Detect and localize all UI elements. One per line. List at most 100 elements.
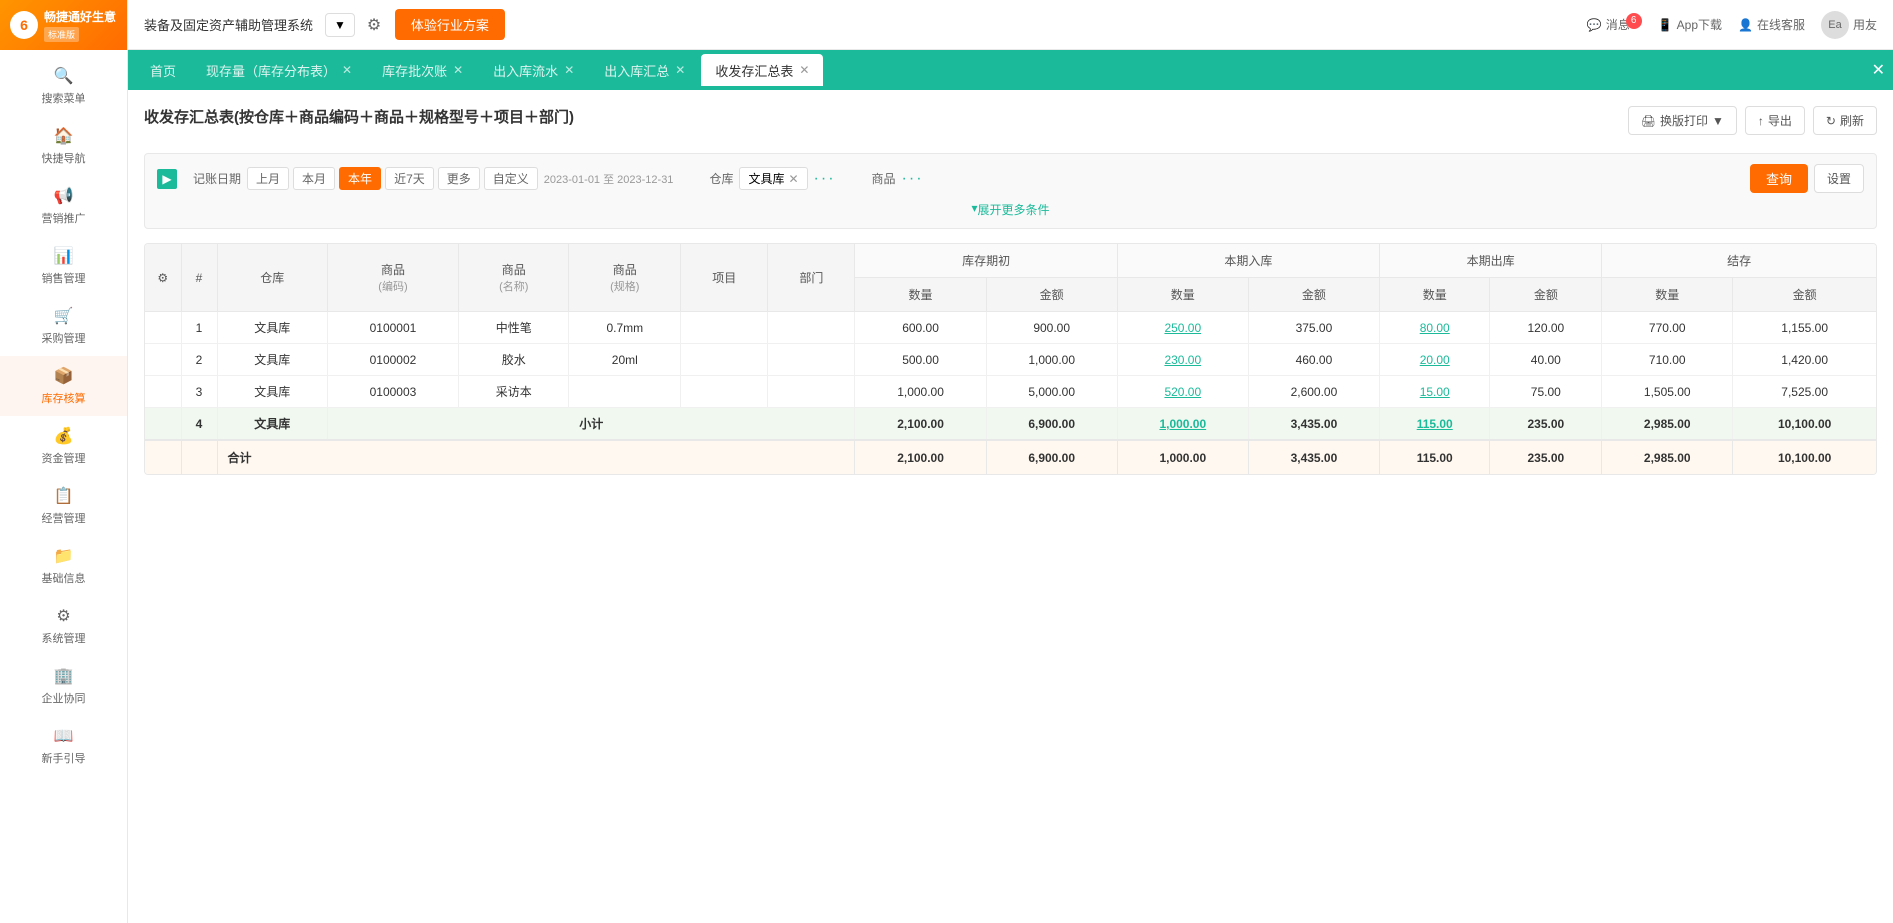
total-row: 合计 2,100.00 6,900.00 1,000.00 3,435.00 1… <box>145 440 1876 474</box>
date-btn-近7天[interactable]: 近7天 <box>385 167 434 190</box>
sidebar-item-enterprise[interactable]: 🏢 企业协同 <box>0 656 127 716</box>
filter-toggle[interactable]: ▶ <box>157 169 177 189</box>
in-qty-link[interactable]: 250.00 <box>1164 321 1201 335</box>
td-sub-out-qty[interactable]: 115.00 <box>1379 408 1489 441</box>
out-qty-link[interactable]: 80.00 <box>1420 321 1450 335</box>
out-qty-link[interactable]: 15.00 <box>1420 385 1450 399</box>
td-out-qty[interactable]: 15.00 <box>1379 376 1489 408</box>
page-title: 收发存汇总表(按仓库＋商品编码＋商品＋规格型号＋项目＋部门) <box>144 106 574 127</box>
td-settings[interactable] <box>145 376 181 408</box>
gear-icon[interactable]: ⚙ <box>367 15 383 35</box>
th-bal-qty: 数量 <box>1602 278 1733 312</box>
sidebar-item-operations[interactable]: 📋 经营管理 <box>0 476 127 536</box>
date-btn-上月[interactable]: 上月 <box>247 167 289 190</box>
marketing-icon: 📢 <box>54 186 74 206</box>
experience-btn[interactable]: 体验行业方案 <box>395 9 505 40</box>
tab-recv-send[interactable]: 收发存汇总表✕ <box>701 54 823 86</box>
refresh-icon: ↻ <box>1826 114 1836 128</box>
notification-item[interactable]: 💬 App下载 消息 6 <box>1587 16 1642 33</box>
query-btn[interactable]: 查询 <box>1750 164 1808 193</box>
sidebar-item-guide[interactable]: 📖 新手引导 <box>0 716 127 776</box>
td-out-qty[interactable]: 20.00 <box>1379 344 1489 376</box>
print-btn[interactable]: 🖨 换版打印 ▼ <box>1628 106 1737 135</box>
tab-inout-flow[interactable]: 出入库流水 ✕ <box>479 54 588 86</box>
enterprise-icon: 🏢 <box>54 666 74 686</box>
th-outbound: 本期出库 <box>1379 244 1601 278</box>
sidebar-item-system[interactable]: ⚙ 系统管理 <box>0 596 127 656</box>
settings-btn[interactable]: 设置 <box>1814 164 1864 193</box>
td-subtotal-label: 小计 <box>327 408 855 441</box>
date-btn-本年[interactable]: 本年 <box>339 167 381 190</box>
sidebar-item-search[interactable]: 🔍 搜索菜单 <box>0 56 127 116</box>
date-btn-自定义[interactable]: 自定义 <box>484 167 538 190</box>
total-out-amt: 235.00 <box>1490 440 1602 474</box>
refresh-btn[interactable]: ↻ 刷新 <box>1813 106 1877 135</box>
td-project <box>681 312 768 344</box>
sales-icon: 📊 <box>54 246 74 266</box>
td-in-qty[interactable]: 230.00 <box>1117 344 1248 376</box>
sidebar-item-inventory[interactable]: 📦 库存核算 <box>0 356 127 416</box>
in-qty-link[interactable]: 230.00 <box>1164 353 1201 367</box>
online-service-item[interactable]: 👤 在线客服 <box>1738 16 1805 33</box>
td-settings[interactable] <box>145 312 181 344</box>
sidebar-item-basic[interactable]: 📁 基础信息 <box>0 536 127 596</box>
td-settings[interactable] <box>145 344 181 376</box>
in-qty-link[interactable]: 520.00 <box>1164 385 1201 399</box>
warehouse-remove[interactable]: ✕ <box>788 172 798 186</box>
sidebar-item-label-operations: 经营管理 <box>42 510 86 526</box>
goods-more[interactable]: ··· <box>902 170 924 188</box>
td-goods-code: 0100001 <box>327 312 458 344</box>
date-btn-更多[interactable]: 更多 <box>438 167 480 190</box>
td-goods-name: 采访本 <box>459 376 569 408</box>
sub-out-qty-link[interactable]: 115.00 <box>1417 417 1453 431</box>
system-title: 装备及固定资产辅助管理系统 <box>144 15 313 34</box>
table-row: 1 文具库 0100001 中性笔 0.7mm 600.00 900.00 25… <box>145 312 1876 344</box>
td-out-qty[interactable]: 80.00 <box>1379 312 1489 344</box>
tab-close-batch[interactable]: ✕ <box>453 64 463 76</box>
td-sub-in-qty[interactable]: 1,000.00 <box>1117 408 1248 441</box>
tab-batch[interactable]: 库存批次账✕ <box>368 54 477 86</box>
warehouse-tag[interactable]: 文具库 ✕ <box>739 167 807 190</box>
tab-home[interactable]: 首页 <box>136 54 190 86</box>
export-btn[interactable]: ↑ 导出 <box>1745 106 1805 135</box>
tab-close-inout-summary[interactable]: ✕ <box>675 64 685 76</box>
logo-tag: 标准版 <box>44 27 79 42</box>
expand-filter-btn[interactable]: ▾ 展开更多条件 <box>157 201 1864 218</box>
app-download-item[interactable]: 📱 App下载 <box>1658 16 1722 33</box>
user-item[interactable]: Ea 用友 <box>1821 11 1877 39</box>
sidebar-item-purchase[interactable]: 🛒 采购管理 <box>0 296 127 356</box>
guide-icon: 📖 <box>54 726 74 746</box>
tab-inout-summary[interactable]: 出入库汇总 ✕ <box>590 54 699 86</box>
total-open-amt: 6,900.00 <box>986 440 1117 474</box>
sidebar-item-quick-nav[interactable]: 🏠 快捷导航 <box>0 116 127 176</box>
tab-label-inout-summary: 出入库汇总 <box>604 61 669 80</box>
td-in-qty[interactable]: 520.00 <box>1117 376 1248 408</box>
sub-in-qty-link[interactable]: 1,000.00 <box>1159 417 1206 431</box>
topbar: 装备及固定资产辅助管理系统 ▼ ⚙ 体验行业方案 💬 App下载 消息 6 📱 … <box>128 0 1893 50</box>
warehouse-filter: 仓库 文具库 ✕ ··· <box>709 167 835 190</box>
tab-label-stock-dist: 现存量（库存分布表） <box>206 61 336 80</box>
out-qty-link[interactable]: 20.00 <box>1420 353 1450 367</box>
tab-label-inout-flow: 出入库流水 <box>493 61 558 80</box>
warehouse-more[interactable]: ··· <box>814 170 836 188</box>
td-sub-open-qty: 2,100.00 <box>855 408 986 441</box>
td-project <box>681 376 768 408</box>
tab-close-recv-send[interactable]: ✕ <box>799 64 809 76</box>
th-out-qty: 数量 <box>1379 278 1489 312</box>
td-in-qty[interactable]: 250.00 <box>1117 312 1248 344</box>
sidebar-item-marketing[interactable]: 📢 营销推广 <box>0 176 127 236</box>
tab-close-inout-flow[interactable]: ✕ <box>564 64 574 76</box>
sidebar-item-sales[interactable]: 📊 销售管理 <box>0 236 127 296</box>
warehouse-label: 仓库 <box>709 170 733 187</box>
td-open-amt: 5,000.00 <box>986 376 1117 408</box>
sidebar-item-finance[interactable]: 💰 资金管理 <box>0 416 127 476</box>
table-row: 2 文具库 0100002 胶水 20ml 500.00 1,000.00 23… <box>145 344 1876 376</box>
date-btn-本月[interactable]: 本月 <box>293 167 335 190</box>
total-open-qty: 2,100.00 <box>855 440 986 474</box>
tab-close-stock-dist[interactable]: ✕ <box>342 64 352 76</box>
tab-stock-dist[interactable]: 现存量（库存分布表） ✕ <box>192 54 366 86</box>
td-in-amt: 375.00 <box>1248 312 1379 344</box>
system-dropdown[interactable]: ▼ <box>325 13 355 37</box>
close-all-tabs[interactable]: ✕ <box>1872 60 1885 80</box>
th-settings[interactable]: ⚙ <box>145 244 181 312</box>
